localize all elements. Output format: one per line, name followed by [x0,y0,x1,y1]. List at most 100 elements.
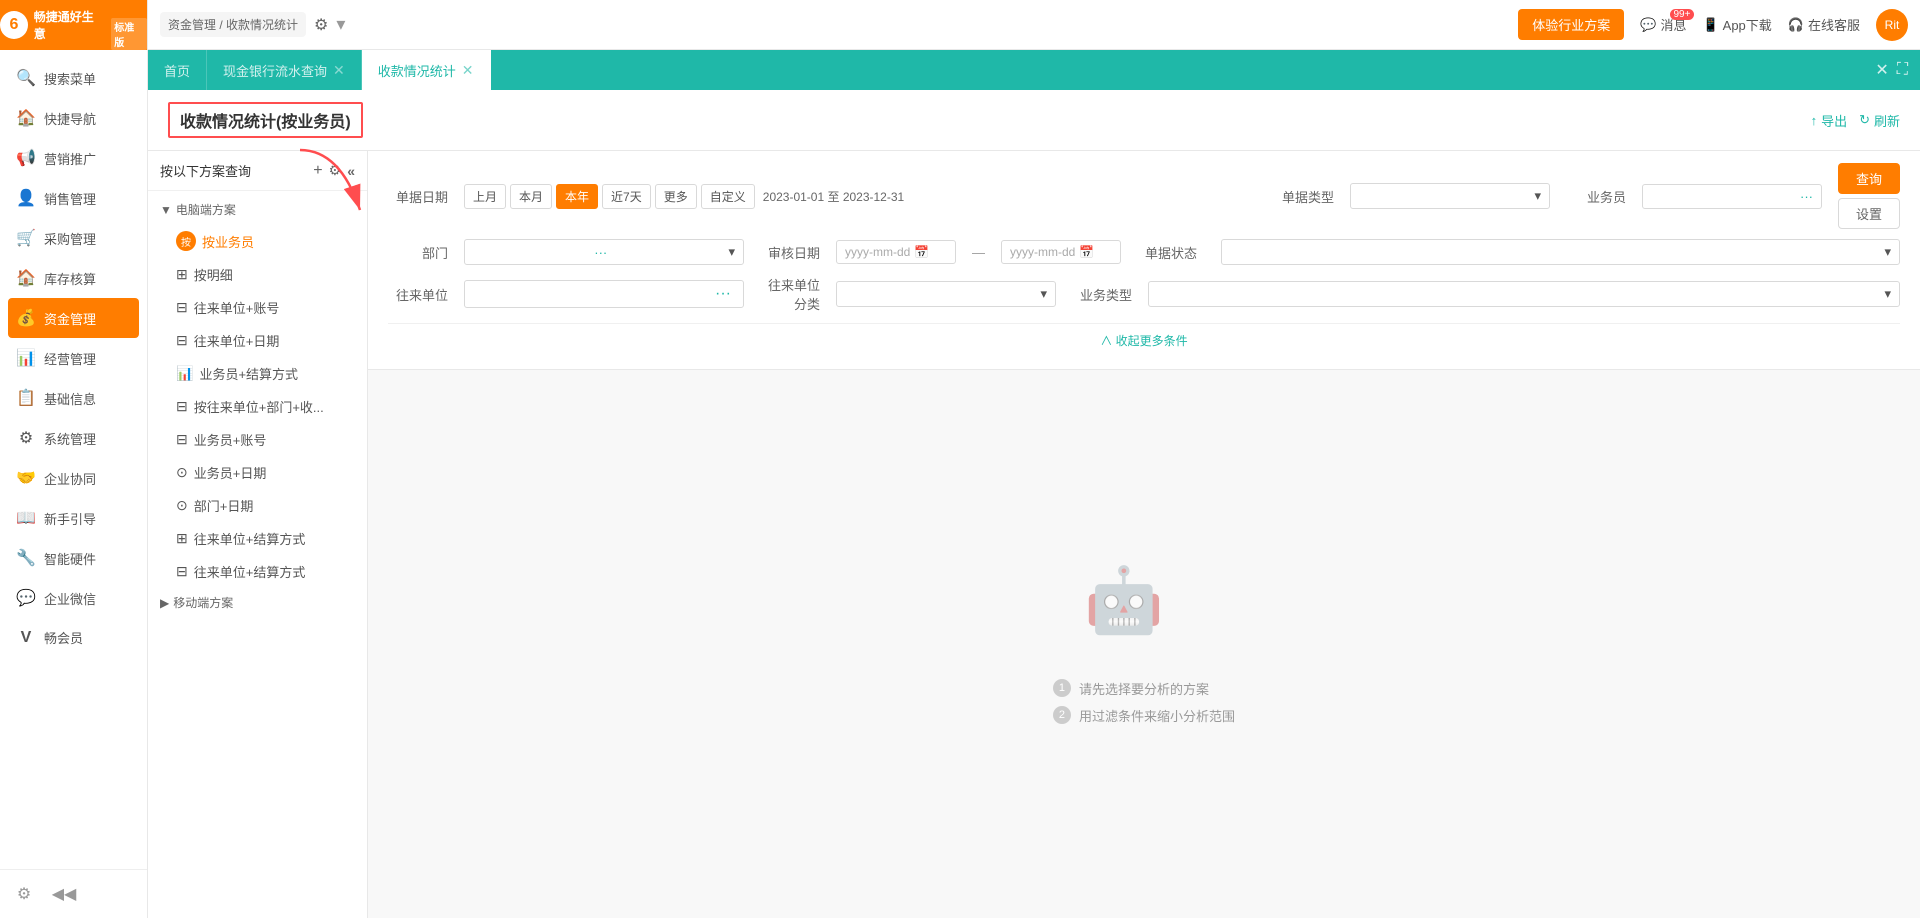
doc-status-select[interactable]: ▾ [1221,239,1900,265]
dept-select[interactable]: ··· ▾ [464,239,744,265]
calendar-end-icon: 📅 [1079,245,1094,259]
tab-bank-flow-label: 现金银行流水查询 [223,61,327,80]
tab-home[interactable]: 首页 [148,50,207,90]
sidebar-nav: 🔍 搜索菜单 🏠 快捷导航 📢 营销推广 👤 销售管理 🛒 采购管理 🏠 库存核… [0,50,147,869]
date-btn-this-year[interactable]: 本年 [556,184,598,209]
scheme-settings-icon[interactable]: ⚙ [329,162,342,179]
collapse-icon: ∧ [1100,334,1112,348]
scheme-item-unit-settle2-icon: ⊟ [176,563,188,580]
business-type-select[interactable]: ▾ [1148,281,1900,307]
sidebar-item-guide[interactable]: 📖 新手引导 [0,498,147,538]
sidebar-item-capital[interactable]: 💰 资金管理 [8,298,139,338]
scheme-item-unit-settle2[interactable]: ⊟ 往来单位+结算方式 [148,555,367,588]
right-panel: 单据日期 上月 本月 本年 近7天 更多 自定义 2023-01-01 至 20… [368,151,1920,918]
sidebar-item-quick-nav[interactable]: 🏠 快捷导航 [0,98,147,138]
tab-bank-flow[interactable]: 现金银行流水查询 ✕ [207,50,362,90]
date-btn-this-month[interactable]: 本月 [510,184,552,209]
sidebar-item-label: 企业微信 [44,589,96,608]
sidebar-item-system[interactable]: ⚙ 系统管理 [0,418,147,458]
scheme-item-unit-dept[interactable]: ⊟ 按往来单位+部门+收... [148,390,367,423]
scheme-item-unit-settle1[interactable]: ⊞ 往来单位+结算方式 [148,522,367,555]
export-button[interactable]: ↑ 导出 [1811,111,1848,130]
scheme-item-unit-date-icon: ⊟ [176,332,188,349]
sidebar-item-smart[interactable]: 🔧 智能硬件 [0,538,147,578]
window-maximize-icon[interactable]: ⛶ [1897,61,1908,79]
salesperson-select[interactable]: ··· [1642,184,1822,209]
header-gear-icon[interactable]: ⚙ [314,15,328,35]
scheme-collapse-icon[interactable]: « [347,163,355,179]
window-close-icon[interactable]: ✕ [1875,60,1888,80]
trial-button[interactable]: 体验行业方案 [1518,9,1624,40]
online-service-button[interactable]: 🎧 在线客服 [1788,15,1860,34]
refresh-button[interactable]: ↻ 刷新 [1859,111,1900,130]
scheme-group-pc: ▼ 电脑端方案 按 按业务员 ⊞ 按明细 ⊟ 往 [148,195,367,588]
header-dropdown-icon[interactable]: ▾ [336,14,345,35]
review-date-end[interactable]: yyyy-mm-dd 📅 [1001,240,1121,264]
user-avatar[interactable]: Rit [1876,9,1908,41]
sidebar-item-marketing[interactable]: 📢 营销推广 [0,138,147,178]
filter-settings-button[interactable]: 设置 [1838,198,1900,229]
sidebar-item-search-menu[interactable]: 🔍 搜索菜单 [0,58,147,98]
filter-row-1: 单据日期 上月 本月 本年 近7天 更多 自定义 2023-01-01 至 20… [388,163,1900,229]
scheme-item-salesperson-account[interactable]: ⊟ 业务员+账号 [148,423,367,456]
sidebar-item-enterprise[interactable]: 🤝 企业协同 [0,458,147,498]
tab-collection-stats-close-icon[interactable]: ✕ [462,63,474,77]
date-btn-7days[interactable]: 近7天 [602,184,651,209]
doc-type-label: 单据类型 [1274,187,1334,206]
sidebar-item-inventory[interactable]: 🏠 库存核算 [0,258,147,298]
sidebar-item-operations[interactable]: 📊 经营管理 [0,338,147,378]
scheme-item-unit-account[interactable]: ⊟ 往来单位+账号 [148,291,367,324]
scheme-add-icon[interactable]: + [313,162,322,180]
scheme-item-salesperson-settle-label: 业务员+结算方式 [199,364,298,383]
robot-icon: 🤖 [1084,563,1204,638]
review-date-start[interactable]: yyyy-mm-dd 📅 [836,240,956,264]
scheme-item-salesperson-settle[interactable]: 📊 业务员+结算方式 [148,357,367,390]
sidebar-item-purchase[interactable]: 🛒 采购管理 [0,218,147,258]
scheme-item-salesperson-date[interactable]: ⊙ 业务员+日期 [148,456,367,489]
scheme-item-by-detail[interactable]: ⊞ 按明细 [148,258,367,291]
bottom-collapse-button[interactable]: ◀◀ [48,878,80,910]
tab-collection-stats[interactable]: 收款情况统计 ✕ [362,50,491,90]
breadcrumb-text: 资金管理 / 收款情况统计 [168,16,298,33]
scheme-item-salesperson-account-icon: ⊟ [176,431,188,448]
scheme-item-unit-account-label: 往来单位+账号 [194,298,280,317]
collapse-bar[interactable]: ∧ 收起更多条件 [388,323,1900,357]
scheme-item-dept-date-icon: ⊙ [176,497,188,514]
date-btn-last-month[interactable]: 上月 [464,184,506,209]
smart-icon: 🔧 [16,548,36,568]
sidebar-item-wechat[interactable]: 💬 企业微信 [0,578,147,618]
bottom-settings-button[interactable]: ⚙ [8,878,40,910]
search-actions: 查询 设置 [1838,163,1900,229]
scheme-item-by-detail-label: 按明细 [194,265,233,284]
scheme-group-mobile-label: 移动端方案 [173,594,233,611]
date-btn-more[interactable]: 更多 [655,184,697,209]
scheme-item-by-salesperson[interactable]: 按 按业务员 [148,224,367,258]
service-icon: 🎧 [1788,17,1804,33]
sidebar-item-sales[interactable]: 👤 销售管理 [0,178,147,218]
page-actions: ↑ 导出 ↻ 刷新 [1811,111,1900,130]
app-download-button[interactable]: 📱 App下载 [1702,15,1771,34]
sidebar-item-member[interactable]: V 畅会员 [0,618,147,657]
sidebar-item-basic[interactable]: 📋 基础信息 [0,378,147,418]
doc-type-select[interactable]: ▾ [1350,183,1550,209]
scheme-group-pc-header[interactable]: ▼ 电脑端方案 [148,195,367,224]
counterpart-category-select[interactable]: ▾ [836,281,1056,307]
top-header: 资金管理 / 收款情况统计 ⚙ ▾ 体验行业方案 💬 消息 99+ 📱 App下… [148,0,1920,50]
online-service-label: 在线客服 [1808,15,1860,34]
tip-num-1: 1 [1053,679,1071,697]
tip-2-text: 用过滤条件来缩小分析范围 [1079,706,1235,725]
query-button[interactable]: 查询 [1838,163,1900,194]
date-btn-custom[interactable]: 自定义 [701,184,755,209]
scheme-group-mobile-header[interactable]: ▶ 移动端方案 [148,588,367,617]
counterpart-label: 往来单位 [388,285,448,304]
scheme-item-dept-date[interactable]: ⊙ 部门+日期 [148,489,367,522]
counterpart-select[interactable]: ··· [464,280,744,308]
message-button[interactable]: 💬 消息 99+ [1640,15,1686,34]
scheme-item-unit-date[interactable]: ⊟ 往来单位+日期 [148,324,367,357]
sidebar-item-label: 库存核算 [44,269,96,288]
sidebar-item-label: 快捷导航 [44,109,96,128]
tip-1-text: 请先选择要分析的方案 [1079,679,1209,698]
sidebar-item-label: 新手引导 [44,509,96,528]
tab-bank-flow-close-icon[interactable]: ✕ [333,63,345,77]
sidebar-item-label: 搜索菜单 [44,69,96,88]
